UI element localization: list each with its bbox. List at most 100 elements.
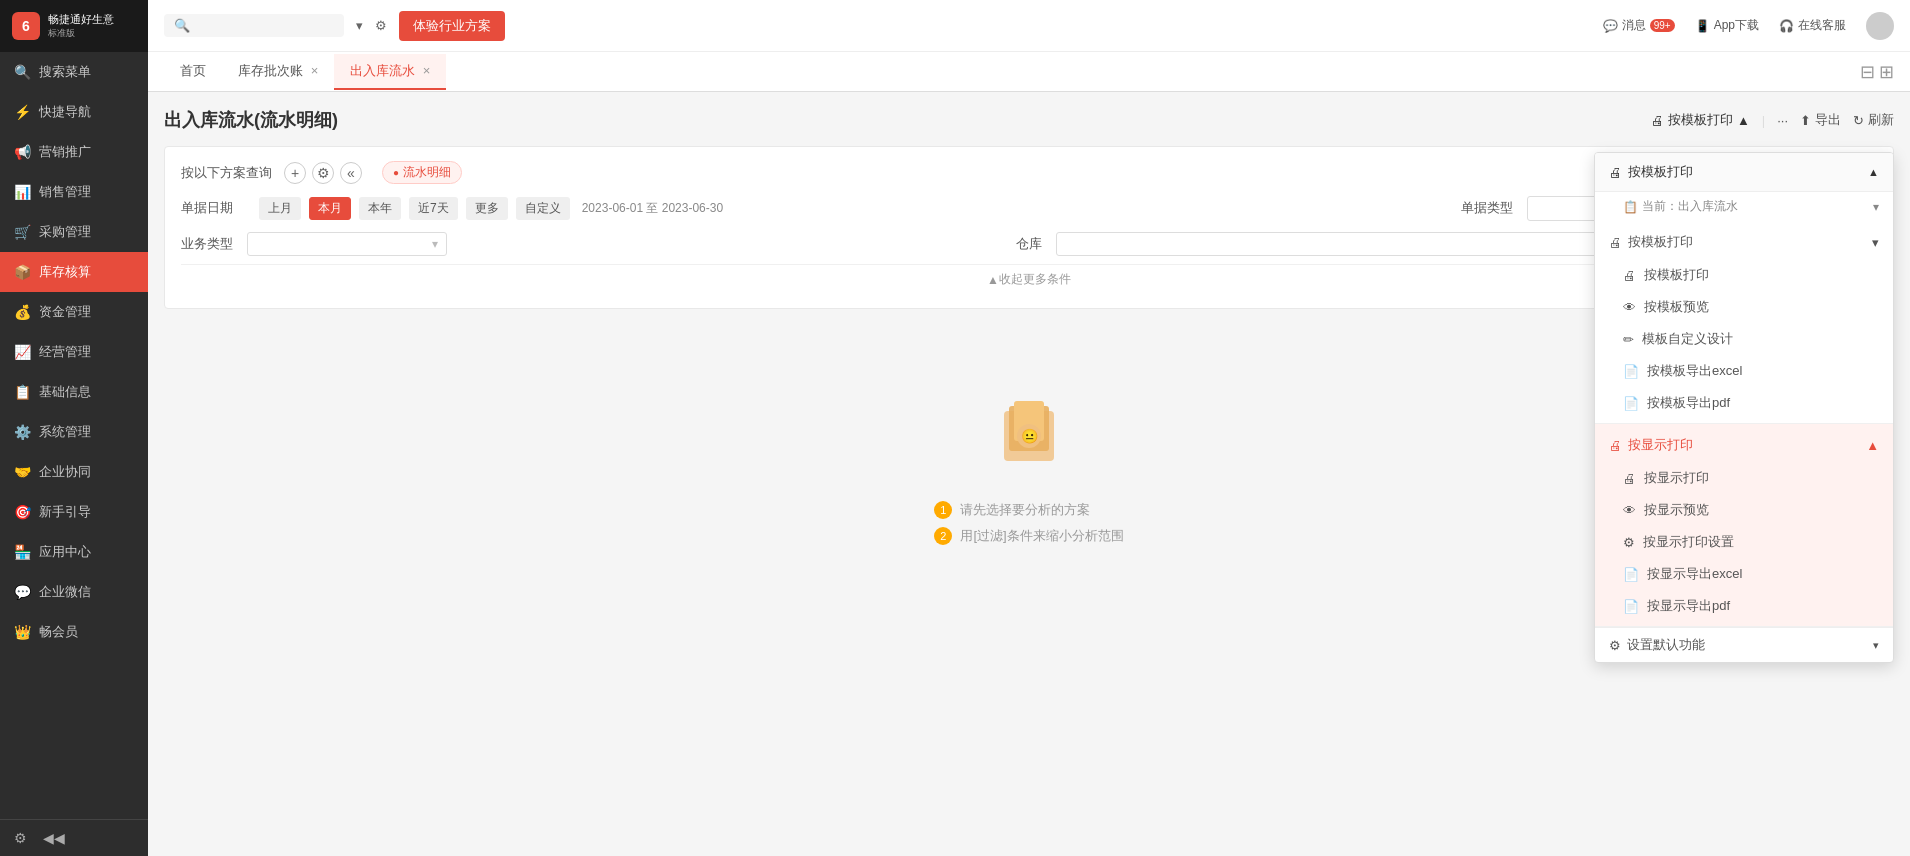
business-type-select[interactable]: ▾ <box>247 232 447 256</box>
user-avatar[interactable] <box>1866 12 1894 40</box>
sidebar-item-purchase[interactable]: 🛒 采购管理 <box>0 212 148 252</box>
tab-batch-close[interactable]: × <box>311 63 319 78</box>
logo-icon: 6 <box>12 12 40 40</box>
footer-chevron: ▾ <box>1873 639 1879 652</box>
print-dropdown-panel: 🖨 按模板打印 ▲ 📋 当前：出入库流水 ▾ 🖨 按模板打印 ▾ <box>1594 152 1894 663</box>
empty-step-2: 2 用[过滤]条件来缩小分析范围 <box>934 527 1123 545</box>
sidebar-item-purchase-label: 采购管理 <box>39 223 91 241</box>
date-btn-this-year[interactable]: 本年 <box>359 197 401 220</box>
filter-add-button[interactable]: + <box>284 162 306 184</box>
sidebar-item-basics-label: 基础信息 <box>39 383 91 401</box>
template-print-section: 🖨 按模板打印 ▾ 🖨 按模板打印 👁 按模板预览 ✏ 模板自定义设计 <box>1595 221 1893 424</box>
dropdown-footer[interactable]: ⚙ 设置默认功能 ▾ <box>1595 627 1893 662</box>
tabs-collapse-icon[interactable]: ⊟ <box>1860 61 1875 83</box>
dpa-icon: 🖨 <box>1623 471 1636 486</box>
tabs-bar: 首页 库存批次账 × 出入库流水 × ⊟ ⊞ <box>148 52 1910 92</box>
active-filter-tag[interactable]: ● 流水明细 <box>382 161 462 184</box>
sidebar-logo: 6 畅捷通好生意 标准版 <box>0 0 148 52</box>
display-settings-action[interactable]: ⚙ 按显示打印设置 <box>1595 526 1893 558</box>
sidebar-item-shortcut[interactable]: ⚡ 快捷导航 <box>0 92 148 132</box>
dexcel-label: 按显示导出excel <box>1647 565 1742 583</box>
sidebar-item-search[interactable]: 🔍 搜索菜单 <box>0 52 148 92</box>
tab-flow-label: 出入库流水 <box>350 63 415 78</box>
sidebar-item-inventory[interactable]: 📦 库存核算 <box>0 252 148 292</box>
topbar-search-input[interactable] <box>196 19 316 33</box>
sidebar-item-wechat-label: 企业微信 <box>39 583 91 601</box>
template-preview-action[interactable]: 👁 按模板预览 <box>1595 291 1893 323</box>
template-excel-action[interactable]: 📄 按模板导出excel <box>1595 355 1893 387</box>
template-print-section-icon: 🖨 <box>1609 235 1622 250</box>
settings-bottom-icon[interactable]: ⚙ <box>14 830 27 846</box>
date-btn-custom[interactable]: 自定义 <box>516 197 570 220</box>
display-preview-action[interactable]: 👁 按显示预览 <box>1595 494 1893 526</box>
tab-home[interactable]: 首页 <box>164 54 222 90</box>
template-pdf-action[interactable]: 📄 按模板导出pdf <box>1595 387 1893 419</box>
step-2-text: 用[过滤]条件来缩小分析范围 <box>960 527 1123 545</box>
tab-flow[interactable]: 出入库流水 × <box>334 54 446 90</box>
filter-scheme-controls: 按以下方案查询 + ⚙ « <box>181 162 362 184</box>
topbar-dropdown-arrow[interactable]: ▾ <box>356 18 363 33</box>
sidebar-item-operations[interactable]: 📈 经营管理 <box>0 332 148 372</box>
tpa-icon: 🖨 <box>1623 268 1636 283</box>
display-print-section-header[interactable]: 🖨 按显示打印 ▲ <box>1595 428 1893 462</box>
dsettings-label: 按显示打印设置 <box>1643 533 1734 551</box>
display-print-action[interactable]: 🖨 按显示打印 <box>1595 462 1893 494</box>
sidebar-item-member[interactable]: 👑 畅会员 <box>0 612 148 652</box>
sidebar-item-enterprise[interactable]: 🤝 企业协同 <box>0 452 148 492</box>
warehouse-label: 仓库 <box>1016 235 1042 253</box>
tpa-label: 按模板打印 <box>1644 266 1709 284</box>
display-print-section: 🖨 按显示打印 ▲ 🖨 按显示打印 👁 按显示预览 ⚙ 按显示打印设置 <box>1595 424 1893 627</box>
date-btn-7days[interactable]: 近7天 <box>409 197 458 220</box>
finance-icon: 💰 <box>14 304 31 320</box>
tprev-icon: 👁 <box>1623 300 1636 315</box>
collapse-sidebar-icon[interactable]: ◀◀ <box>43 830 65 846</box>
shortcut-icon: ⚡ <box>14 104 31 120</box>
refresh-button[interactable]: ↻ 刷新 <box>1853 111 1894 129</box>
industry-solution-button[interactable]: 体验行业方案 <box>399 11 505 41</box>
chevron-up-icon[interactable]: ▲ <box>1868 166 1879 178</box>
sidebar-item-sales[interactable]: 📊 销售管理 <box>0 172 148 212</box>
date-btn-more[interactable]: 更多 <box>466 197 508 220</box>
message-label: 消息 <box>1622 17 1646 34</box>
date-btn-last-month[interactable]: 上月 <box>259 197 301 220</box>
appstore-icon: 🏪 <box>14 544 31 560</box>
message-item[interactable]: 💬 消息 99+ <box>1603 17 1675 34</box>
sidebar-item-appstore[interactable]: 🏪 应用中心 <box>0 532 148 572</box>
app-download-label: App下载 <box>1714 17 1759 34</box>
sidebar-item-wechat[interactable]: 💬 企业微信 <box>0 572 148 612</box>
filter-collapse-button[interactable]: « <box>340 162 362 184</box>
display-excel-action[interactable]: 📄 按显示导出excel <box>1595 558 1893 590</box>
display-pdf-action[interactable]: 📄 按显示导出pdf <box>1595 590 1893 622</box>
template-print-action[interactable]: 🖨 按模板打印 <box>1595 259 1893 291</box>
dprev-label: 按显示预览 <box>1644 501 1709 519</box>
page-header: 出入库流水(流水明细) 🖨 按模板打印 ▲ | ··· ⬆ 导出 ↻ 刷新 <box>164 108 1894 132</box>
print-template-button[interactable]: 🖨 按模板打印 ▲ <box>1651 111 1750 129</box>
sidebar-item-guide[interactable]: 🎯 新手引导 <box>0 492 148 532</box>
tabs-expand-icon[interactable]: ⊞ <box>1879 61 1894 83</box>
app-download-item[interactable]: 📱 App下载 <box>1695 17 1759 34</box>
sidebar-item-finance[interactable]: 💰 资金管理 <box>0 292 148 332</box>
export-button[interactable]: ⬆ 导出 <box>1800 111 1841 129</box>
tab-batch[interactable]: 库存批次账 × <box>222 54 334 90</box>
sidebar-item-system[interactable]: ⚙️ 系统管理 <box>0 412 148 452</box>
print-chevron-up: ▲ <box>1737 113 1750 128</box>
online-service-item[interactable]: 🎧 在线客服 <box>1779 17 1846 34</box>
topbar-settings-icon[interactable]: ⚙ <box>375 18 387 33</box>
topbar-search-box[interactable]: 🔍 <box>164 14 344 37</box>
sidebar-item-enterprise-label: 企业协同 <box>39 463 91 481</box>
export-icon: ⬆ <box>1800 113 1811 128</box>
template-custom-action[interactable]: ✏ 模板自定义设计 <box>1595 323 1893 355</box>
sidebar: 6 畅捷通好生意 标准版 🔍 搜索菜单 ⚡ 快捷导航 📢 营销推广 📊 销售管理… <box>0 0 148 856</box>
sales-icon: 📊 <box>14 184 31 200</box>
filter-settings-button[interactable]: ⚙ <box>312 162 334 184</box>
sidebar-item-marketing[interactable]: 📢 营销推广 <box>0 132 148 172</box>
dpdf-icon: 📄 <box>1623 599 1639 614</box>
dropdown-header: 🖨 按模板打印 ▲ <box>1595 153 1893 192</box>
template-print-section-header[interactable]: 🖨 按模板打印 ▾ <box>1595 225 1893 259</box>
date-label: 单据日期 <box>181 199 233 217</box>
more-options-button[interactable]: ··· <box>1777 113 1788 128</box>
date-btn-this-month[interactable]: 本月 <box>309 197 351 220</box>
sidebar-bottom: ⚙ ◀◀ <box>0 819 148 856</box>
sidebar-item-basics[interactable]: 📋 基础信息 <box>0 372 148 412</box>
tab-flow-close[interactable]: × <box>423 63 431 78</box>
